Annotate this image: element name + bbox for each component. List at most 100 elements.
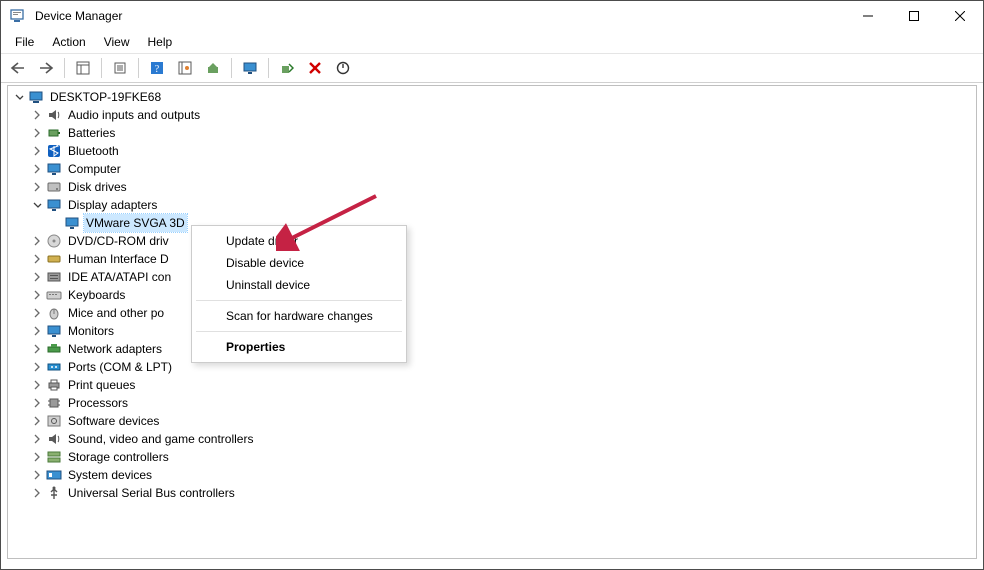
tree-node[interactable]: Bluetooth [30, 142, 976, 160]
tree-node[interactable]: Computer [30, 160, 976, 178]
tree-node[interactable]: Human Interface D [30, 250, 976, 268]
maximize-button[interactable] [891, 1, 937, 31]
ctx-update-driver[interactable]: Update driver [194, 230, 404, 252]
caret-right-icon[interactable] [30, 360, 44, 374]
tree-node[interactable]: Ports (COM & LPT) [30, 358, 976, 376]
tree-node[interactable]: IDE ATA/ATAPI con [30, 268, 976, 286]
tree-node[interactable]: System devices [30, 466, 976, 484]
tree-node-label: Network adapters [66, 340, 164, 358]
caret-right-icon[interactable] [30, 468, 44, 482]
tree-node[interactable]: Print queues [30, 376, 976, 394]
toolbar-separator [101, 58, 102, 78]
tree-node-label: Batteries [66, 124, 117, 142]
caret-right-icon[interactable] [30, 252, 44, 266]
computer-icon [28, 89, 44, 105]
tree-node-label: Computer [66, 160, 123, 178]
tree-node-label: DESKTOP-19FKE68 [48, 88, 163, 106]
port-icon [46, 359, 62, 375]
toolbar-separator [138, 58, 139, 78]
toolbar-help-button[interactable]: ? [144, 55, 170, 81]
storage-icon [46, 449, 62, 465]
ctx-disable-device[interactable]: Disable device [194, 252, 404, 274]
toolbar-scan-button[interactable] [172, 55, 198, 81]
tree-node-label: Display adapters [66, 196, 159, 214]
close-button[interactable] [937, 1, 983, 31]
tree-node-label: Storage controllers [66, 448, 171, 466]
cpu-icon [46, 395, 62, 411]
caret-right-icon[interactable] [30, 180, 44, 194]
tree-node[interactable]: Sound, video and game controllers [30, 430, 976, 448]
minimize-button[interactable] [845, 1, 891, 31]
titlebar-left: Device Manager [9, 8, 122, 24]
audio-icon [46, 107, 62, 123]
ctx-uninstall-device[interactable]: Uninstall device [194, 274, 404, 296]
caret-right-icon[interactable] [30, 396, 44, 410]
caret-down-icon[interactable] [12, 90, 26, 104]
toolbar-enable-button[interactable] [274, 55, 300, 81]
ctx-scan-hardware[interactable]: Scan for hardware changes [194, 305, 404, 327]
tree-node[interactable]: Monitors [30, 322, 976, 340]
tree-node[interactable]: Disk drives [30, 178, 976, 196]
menu-file[interactable]: File [7, 33, 42, 51]
caret-right-icon[interactable] [30, 288, 44, 302]
tree-node[interactable]: Network adapters [30, 340, 976, 358]
monitor-icon [64, 215, 80, 231]
device-tree-panel[interactable]: DESKTOP-19FKE68Audio inputs and outputsB… [7, 85, 977, 559]
toolbar-forward-button[interactable] [33, 55, 59, 81]
toolbar-monitor-button[interactable] [237, 55, 263, 81]
caret-right-icon[interactable] [30, 234, 44, 248]
tree-node-label: Human Interface D [66, 250, 171, 268]
caret-right-icon[interactable] [30, 486, 44, 500]
caret-right-icon[interactable] [30, 450, 44, 464]
caret-down-icon[interactable] [30, 198, 44, 212]
tree-node[interactable]: DVD/CD-ROM driv [30, 232, 976, 250]
bluetooth-icon [46, 143, 62, 159]
caret-right-icon[interactable] [30, 270, 44, 284]
toolbar-update-driver-button[interactable] [200, 55, 226, 81]
toolbar-properties-button[interactable] [107, 55, 133, 81]
tree-node-label: Bluetooth [66, 142, 121, 160]
caret-right-icon[interactable] [30, 324, 44, 338]
tree-node[interactable]: Mice and other po [30, 304, 976, 322]
battery-icon [46, 125, 62, 141]
network-icon [46, 341, 62, 357]
window-controls [845, 1, 983, 31]
toolbar-show-hide-tree-button[interactable] [70, 55, 96, 81]
tree-node-label: Audio inputs and outputs [66, 106, 202, 124]
tree-node[interactable]: Display adapters [30, 196, 976, 214]
caret-right-icon[interactable] [30, 108, 44, 122]
tree-node[interactable]: Storage controllers [30, 448, 976, 466]
app-icon [9, 8, 25, 24]
tree-node[interactable]: Universal Serial Bus controllers [30, 484, 976, 502]
caret-right-icon[interactable] [30, 342, 44, 356]
caret-right-icon[interactable] [30, 144, 44, 158]
caret-right-icon[interactable] [30, 162, 44, 176]
tree-node-label: Software devices [66, 412, 161, 430]
toolbar-uninstall-button[interactable] [302, 55, 328, 81]
tree-node-label: Print queues [66, 376, 137, 394]
caret-right-icon[interactable] [30, 126, 44, 140]
audio-icon [46, 431, 62, 447]
menu-action[interactable]: Action [44, 33, 93, 51]
tree-children: VMware SVGA 3D [30, 214, 976, 232]
ctx-properties[interactable]: Properties [194, 336, 404, 358]
toolbar-disable-button[interactable] [330, 55, 356, 81]
menu-view[interactable]: View [96, 33, 138, 51]
caret-right-icon[interactable] [30, 306, 44, 320]
tree-node[interactable]: VMware SVGA 3D [48, 214, 976, 232]
caret-right-icon[interactable] [30, 378, 44, 392]
tree-node[interactable]: Software devices [30, 412, 976, 430]
tree-node-label: Processors [66, 394, 130, 412]
tree-node[interactable]: DESKTOP-19FKE68 [12, 88, 976, 106]
tree-node[interactable]: Keyboards [30, 286, 976, 304]
tree-node[interactable]: Processors [30, 394, 976, 412]
tree-node-label: System devices [66, 466, 154, 484]
menubar: File Action View Help [1, 31, 983, 54]
caret-right-icon[interactable] [30, 414, 44, 428]
menu-help[interactable]: Help [140, 33, 181, 51]
caret-right-icon[interactable] [30, 432, 44, 446]
tree-node[interactable]: Batteries [30, 124, 976, 142]
toolbar-back-button[interactable] [5, 55, 31, 81]
tree-node[interactable]: Audio inputs and outputs [30, 106, 976, 124]
ctx-separator [196, 331, 402, 332]
